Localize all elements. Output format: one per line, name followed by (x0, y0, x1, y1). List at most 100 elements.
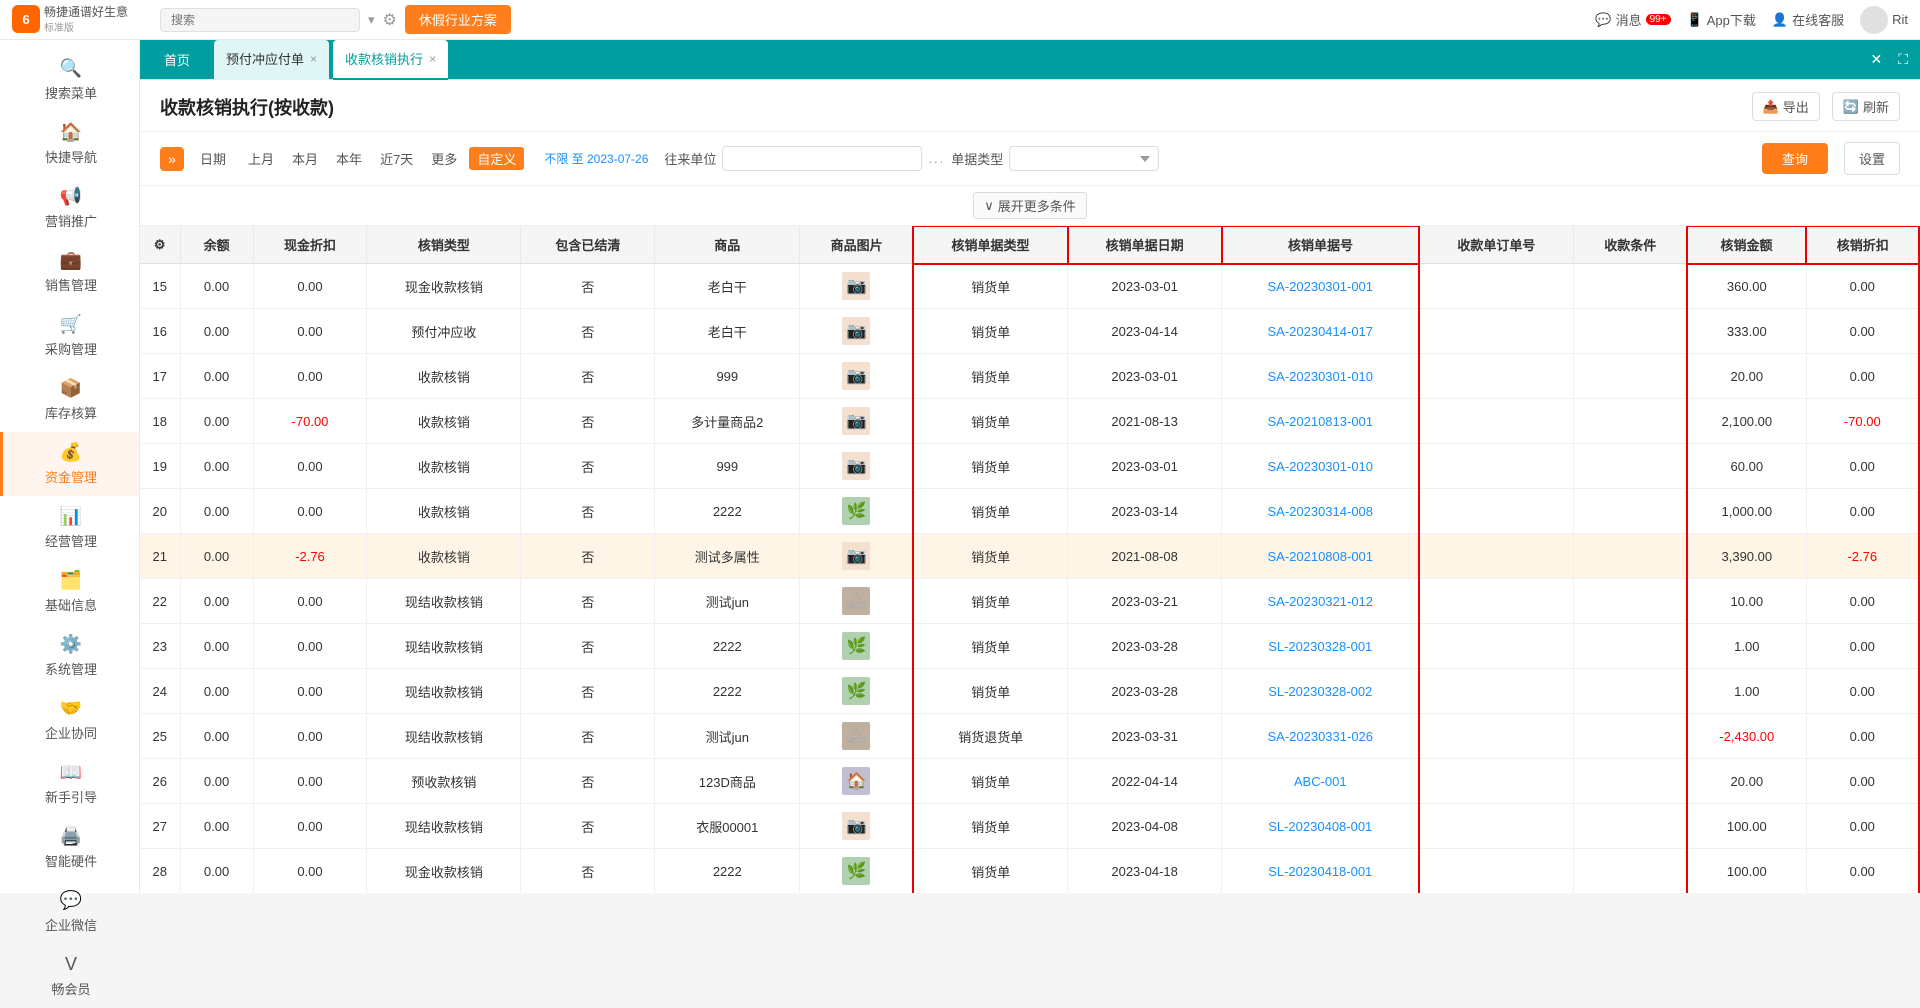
cell-goods: 123D商品 (655, 759, 800, 804)
bill-type-select[interactable] (1009, 146, 1159, 171)
cell-balance: 0.00 (180, 624, 253, 669)
cell-goods-img: 📷 (800, 309, 914, 354)
sidebar-item-purchase[interactable]: 🛒 采购管理 (0, 304, 139, 368)
cell-balance: 0.00 (180, 579, 253, 624)
sidebar-item-member[interactable]: V 畅会员 (0, 944, 139, 1008)
dropdown-icon[interactable]: ▾ (368, 12, 375, 28)
tab-receipt[interactable]: 收款核销执行 × (333, 40, 448, 80)
bill-no-link[interactable]: SL-20230408-001 (1268, 819, 1372, 834)
gear-icon[interactable]: ⚙ (383, 10, 397, 30)
bill-no-link[interactable]: SA-20230314-008 (1267, 504, 1373, 519)
query-button[interactable]: 查询 (1762, 143, 1828, 174)
cell-cancel-type: 现结收款核销 (367, 624, 521, 669)
cell-cash-discount: 0.00 (253, 309, 367, 354)
date-prev-month-btn[interactable]: 上月 (242, 147, 280, 170)
cell-include-settled: 否 (521, 264, 655, 309)
bill-no-link[interactable]: SA-20230414-017 (1267, 324, 1373, 339)
cell-balance: 0.00 (180, 534, 253, 579)
settings-button[interactable]: 设置 (1844, 142, 1900, 175)
cell-receipt-order-no (1419, 354, 1573, 399)
sidebar-item-enterprise[interactable]: 🤝 企业协同 (0, 688, 139, 752)
cell-receipt-condition (1573, 444, 1687, 489)
cell-cancel-amount: 10.00 (1687, 579, 1806, 624)
cell-balance: 0.00 (180, 849, 253, 894)
inventory-icon: 📦 (60, 378, 82, 399)
page-header-actions: 📤 导出 🔄 刷新 (1752, 92, 1900, 121)
tab-close-all-icon[interactable]: ✕ (1866, 49, 1886, 70)
expand-more-button[interactable]: ∨ 展开更多条件 (973, 192, 1087, 219)
cell-cancel-bill-type: 销货单 (913, 489, 1067, 534)
chevron-down-icon: ∨ (984, 198, 994, 214)
bill-no-link[interactable]: SA-20230301-010 (1267, 459, 1373, 474)
tab-maximize-icon[interactable]: ⛶ (1894, 49, 1912, 70)
cell-goods: 测试多属性 (655, 534, 800, 579)
tab-prepay-close[interactable]: × (310, 52, 317, 66)
cell-cancel-type: 收款核销 (367, 489, 521, 534)
sidebar-item-label: 资金管理 (45, 467, 97, 486)
from-unit-input[interactable] (722, 146, 922, 171)
cell-include-settled: 否 (521, 354, 655, 399)
message-item[interactable]: 💬 消息 99+ (1595, 10, 1670, 29)
bill-no-link[interactable]: SL-20230328-002 (1268, 684, 1372, 699)
tab-receipt-close[interactable]: × (429, 52, 436, 66)
date-curr-month-btn[interactable]: 本月 (286, 147, 324, 170)
cell-cancel-bill-type: 销货单 (913, 579, 1067, 624)
cell-id: 23 (140, 624, 180, 669)
cell-cancel-bill-type: 销货单 (913, 849, 1067, 894)
bill-no-link[interactable]: SA-20230331-026 (1267, 729, 1373, 744)
sidebar-item-smarthw[interactable]: 🖨️ 智能硬件 (0, 816, 139, 880)
cell-include-settled: 否 (521, 444, 655, 489)
sidebar-item-quicknav[interactable]: 🏠 快捷导航 (0, 112, 139, 176)
sidebar-item-inventory[interactable]: 📦 库存核算 (0, 368, 139, 432)
export-button[interactable]: 📤 导出 (1752, 92, 1820, 121)
bill-no-link[interactable]: SA-20230301-010 (1267, 369, 1373, 384)
bill-no-link[interactable]: SL-20230418-001 (1268, 864, 1372, 879)
cell-cancel-bill-date: 2023-03-28 (1068, 624, 1222, 669)
online-service-item[interactable]: 👤 在线客服 (1772, 10, 1844, 29)
cell-receipt-condition (1573, 669, 1687, 714)
col-cash-discount: 现金折扣 (253, 226, 367, 264)
bill-no-link[interactable]: ABC-001 (1294, 774, 1347, 789)
cell-cancel-bill-type: 销货单 (913, 444, 1067, 489)
cell-cancel-bill-date: 2023-04-08 (1068, 804, 1222, 849)
user-item[interactable]: Rit (1860, 6, 1908, 34)
sidebar-item-sysmgmt[interactable]: ⚙️ 系统管理 (0, 624, 139, 688)
cell-cancel-discount: 0.00 (1806, 849, 1919, 894)
cell-goods-img: 📷 (800, 399, 914, 444)
tab-prepay[interactable]: 预付冲应付单 × (214, 40, 329, 80)
cell-cancel-type: 现金收款核销 (367, 849, 521, 894)
date-curr-year-btn[interactable]: 本年 (330, 147, 368, 170)
sidebar-item-funds[interactable]: 💰 资金管理 (0, 432, 139, 496)
bill-no-link[interactable]: SA-20210808-001 (1267, 549, 1373, 564)
date-more-btn[interactable]: 更多 (425, 147, 463, 170)
bill-no-link[interactable]: SL-20230328-001 (1268, 639, 1372, 654)
solution-button[interactable]: 休假行业方案 (405, 5, 511, 34)
cell-cancel-bill-type: 销货单 (913, 624, 1067, 669)
date-7days-btn[interactable]: 近7天 (374, 147, 419, 170)
sidebar-item-marketing[interactable]: 📢 营销推广 (0, 176, 139, 240)
sidebar-item-wechat[interactable]: 💬 企业微信 (0, 880, 139, 944)
sidebar-item-sales[interactable]: 💼 销售管理 (0, 240, 139, 304)
cell-balance: 0.00 (180, 759, 253, 804)
sidebar-item-search[interactable]: 🔍 搜索菜单 (0, 48, 139, 112)
date-custom-btn[interactable]: 自定义 (469, 147, 524, 170)
cell-goods-img: 🌿 (800, 624, 914, 669)
cell-cancel-discount: -70.00 (1806, 399, 1919, 444)
sidebar-item-label: 经营管理 (45, 531, 97, 550)
col-cancel-amount: 核销金额 (1687, 226, 1806, 264)
top-bar-right: 💬 消息 99+ 📱 App下载 👤 在线客服 Rit (1595, 6, 1908, 34)
refresh-button[interactable]: 🔄 刷新 (1832, 92, 1900, 121)
sidebar-item-operations[interactable]: 📊 经营管理 (0, 496, 139, 560)
cell-receipt-condition (1573, 264, 1687, 309)
col-receipt-order-no: 收款单订单号 (1419, 226, 1573, 264)
bill-no-link[interactable]: SA-20210813-001 (1267, 414, 1373, 429)
app-download-item[interactable]: 📱 App下载 (1687, 10, 1756, 29)
bill-no-link[interactable]: SA-20230321-012 (1267, 594, 1373, 609)
sidebar-item-basicinfo[interactable]: 🗂️ 基础信息 (0, 560, 139, 624)
bill-no-link[interactable]: SA-20230301-001 (1267, 279, 1373, 294)
col-gear[interactable]: ⚙ (140, 226, 180, 264)
tab-home[interactable]: 首页 (148, 40, 206, 80)
search-input[interactable] (160, 8, 360, 32)
filter-expand-button[interactable]: » (160, 147, 184, 171)
sidebar-item-newbie[interactable]: 📖 新手引导 (0, 752, 139, 816)
